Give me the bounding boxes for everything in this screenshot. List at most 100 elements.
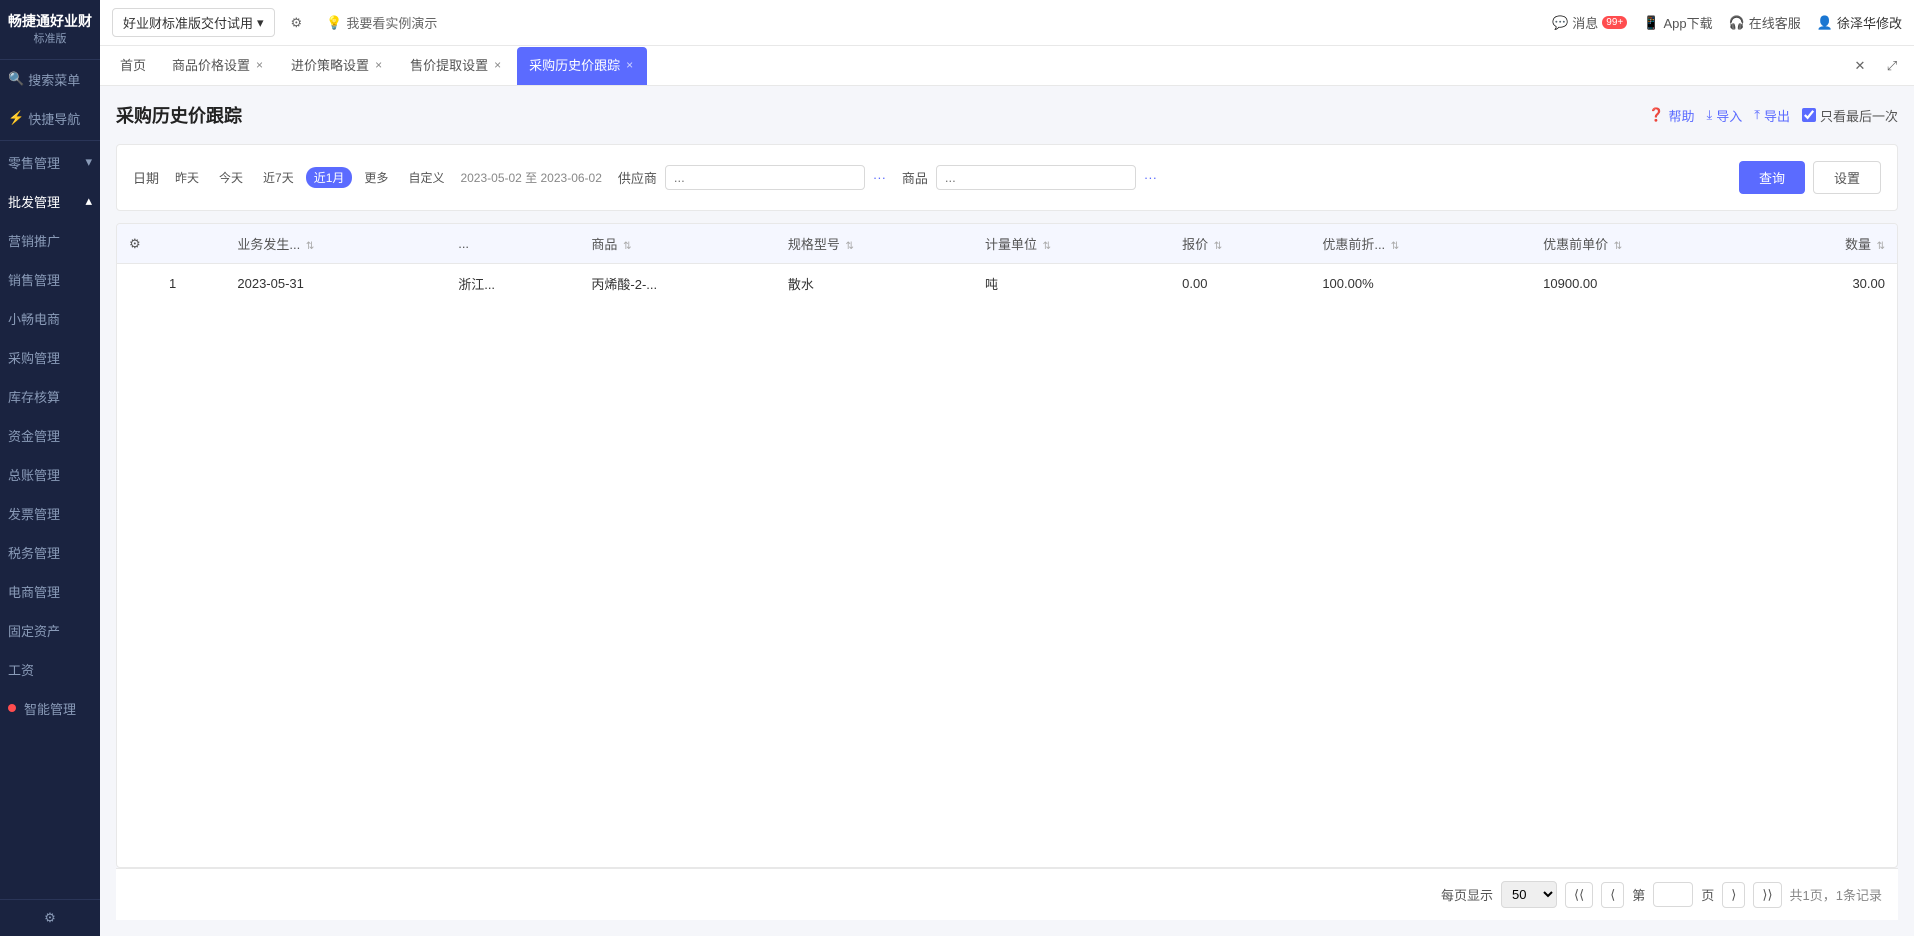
sidebar-item-tax[interactable]: 税务管理 [0,533,100,572]
settings-btn[interactable]: 设置 [1813,161,1881,194]
tab-close-sale-price[interactable]: × [492,58,503,72]
sidebar-item-smart[interactable]: 智能管理 [0,689,100,728]
online-service-action[interactable]: 🎧 在线客服 [1729,13,1801,32]
table-header-row: ⚙ 业务发生... ⇅ ... 商品 ⇅ [117,224,1897,264]
date-btn-7days[interactable]: 近7天 [255,167,302,188]
th-gear[interactable]: ⚙ [117,224,157,264]
gear-icon: ⚙ [291,15,303,30]
demo-btn[interactable]: 💡 我要看实例演示 [318,9,445,36]
tab-sale-price[interactable]: 售价提取设置 × [398,47,515,85]
sidebar-search[interactable]: 🔍 搜索菜单 [0,60,100,99]
logo-sub: 标准版 [8,32,92,47]
sidebar-item-finance[interactable]: 资金管理 [0,416,100,455]
sort-icon-pre-discount: ⇅ [1614,241,1622,252]
topbar-settings-btn[interactable]: ⚙ [283,11,311,35]
th-pre-discount-price[interactable]: 优惠前单价 ⇅ [1531,224,1757,264]
th-discount[interactable]: 优惠前折... ⇅ [1310,224,1531,264]
only-last-checkbox[interactable] [1802,108,1816,122]
tab-purchase-strategy[interactable]: 进价策略设置 × [279,47,396,85]
message-action[interactable]: 💬 消息 99+ [1552,13,1627,32]
sidebar-item-marketing[interactable]: 营销推广 [0,221,100,260]
edition-label: 好业财标准版交付试用 [123,13,253,32]
sidebar: 畅捷通好业财 标准版 🔍 搜索菜单 ⚡ 快捷导航 零售管理 ▾ 批发管理 ▴ 营… [0,0,100,936]
app-download-action[interactable]: 📱 App下载 [1643,13,1712,32]
sidebar-item-ledger[interactable]: 总账管理 [0,455,100,494]
sidebar-item-salary[interactable]: 工资 [0,650,100,689]
message-badge: 99+ [1602,16,1627,29]
tab-close-product-price[interactable]: × [254,58,265,72]
table-body: 1 2023-05-31 浙江... 丙烯酸-2-... 散水 吨 0.00 1… [117,264,1897,304]
sidebar-item-assets[interactable]: 固定资产 [0,611,100,650]
product-more-btn[interactable]: ··· [1144,170,1157,185]
sidebar-item-invoice[interactable]: 发票管理 [0,494,100,533]
sort-icon-spec: ⇅ [846,241,854,252]
page-header: 采购历史价跟踪 ❓ 帮助 ⤓ 导入 ⤒ 导出 只看最后一次 [116,102,1898,128]
current-page-input[interactable]: 1 [1653,882,1693,907]
sidebar-item-ecommerce[interactable]: 电商管理 [0,572,100,611]
tab-close-purchase-history[interactable]: × [624,58,635,72]
help-link[interactable]: ❓ 帮助 [1648,106,1694,125]
quicknav-icon: ⚡ [8,110,24,126]
export-icon: ⤒ [1754,107,1760,123]
edition-selector[interactable]: 好业财标准版交付试用 ▾ [112,8,275,37]
sidebar-settings-btn[interactable]: ⚙ [0,899,100,936]
sidebar-logo: 畅捷通好业财 标准版 [0,0,100,60]
th-unit[interactable]: 计量单位 ⇅ [973,224,1170,264]
sidebar-item-retail[interactable]: 零售管理 ▾ [0,143,100,182]
tabbar-close-btn[interactable]: ✕ [1846,52,1874,80]
date-btn-custom[interactable]: 自定义 [400,167,452,188]
date-btn-yesterday[interactable]: 昨天 [167,167,207,188]
tab-product-price[interactable]: 商品价格设置 × [160,47,277,85]
th-spec[interactable]: 规格型号 ⇅ [776,224,973,264]
user-profile[interactable]: 👤 徐泽华修改 [1817,13,1902,32]
date-btn-1month[interactable]: 近1月 [306,167,353,188]
date-label: 日期 [133,168,159,187]
last-page-btn[interactable]: ⟩⟩ [1753,882,1781,908]
cell-price: 0.00 [1170,264,1310,304]
first-page-btn[interactable]: ⟨⟨ [1565,882,1593,908]
tab-close-purchase-strategy[interactable]: × [373,58,384,72]
query-btn[interactable]: 查询 [1739,161,1805,194]
product-input[interactable] [936,165,1136,190]
cell-gear [117,264,157,304]
sidebar-item-inventory[interactable]: 库存核算 [0,377,100,416]
page-size-select[interactable]: 20 50 100 [1501,881,1557,908]
th-business-date[interactable]: 业务发生... ⇅ [225,224,446,264]
th-quantity[interactable]: 数量 ⇅ [1757,224,1897,264]
supplier-filter-group: 供应商 ··· [618,165,886,190]
product-filter-group: 商品 ··· [902,165,1157,190]
gear-icon: ⚙ [129,236,141,251]
page-actions: ❓ 帮助 ⤓ 导入 ⤒ 导出 只看最后一次 [1648,106,1898,125]
tab-purchase-history[interactable]: 采购历史价跟踪 × [517,47,647,85]
date-btn-more[interactable]: 更多 [356,167,396,188]
sidebar-item-quicknav[interactable]: ⚡ 快捷导航 [0,99,100,138]
table-area: ⚙ 业务发生... ⇅ ... 商品 ⇅ [116,223,1898,868]
th-more[interactable]: ... [446,224,579,264]
tab-home[interactable]: 首页 [108,47,158,85]
cell-supplier: 浙江... [446,264,579,304]
sort-icon-quantity: ⇅ [1877,241,1885,252]
only-last-checkbox-label[interactable]: 只看最后一次 [1802,106,1898,125]
topbar-left: 好业财标准版交付试用 ▾ ⚙ 💡 我要看实例演示 [112,8,445,37]
supplier-input[interactable] [665,165,865,190]
export-link[interactable]: ⤒ 导出 [1754,106,1790,125]
cell-business-date: 2023-05-31 [225,264,446,304]
th-price[interactable]: 报价 ⇅ [1170,224,1310,264]
sidebar-item-purchase[interactable]: 采购管理 [0,338,100,377]
sidebar-item-sales[interactable]: 销售管理 [0,260,100,299]
data-table: ⚙ 业务发生... ⇅ ... 商品 ⇅ [117,224,1897,303]
next-page-btn[interactable]: ⟩ [1722,882,1745,908]
chevron-up-icon: ▴ [85,193,92,209]
tabbar-expand-btn[interactable]: ⤢ [1878,52,1906,80]
supplier-more-btn[interactable]: ··· [873,170,886,185]
import-link[interactable]: ⤓ 导入 [1706,106,1742,125]
sidebar-item-ecommerce-small[interactable]: 小畅电商 [0,299,100,338]
sidebar-item-wholesale[interactable]: 批发管理 ▴ [0,182,100,221]
th-no [157,224,225,264]
date-btn-today[interactable]: 今天 [211,167,251,188]
mobile-icon: 📱 [1643,15,1659,31]
filter-row: 日期 昨天 今天 近7天 近1月 更多 自定义 2023-05-02 至 202… [133,161,1881,194]
sort-icon-price: ⇅ [1214,241,1222,252]
prev-page-btn[interactable]: ⟨ [1601,882,1624,908]
th-product[interactable]: 商品 ⇅ [579,224,775,264]
